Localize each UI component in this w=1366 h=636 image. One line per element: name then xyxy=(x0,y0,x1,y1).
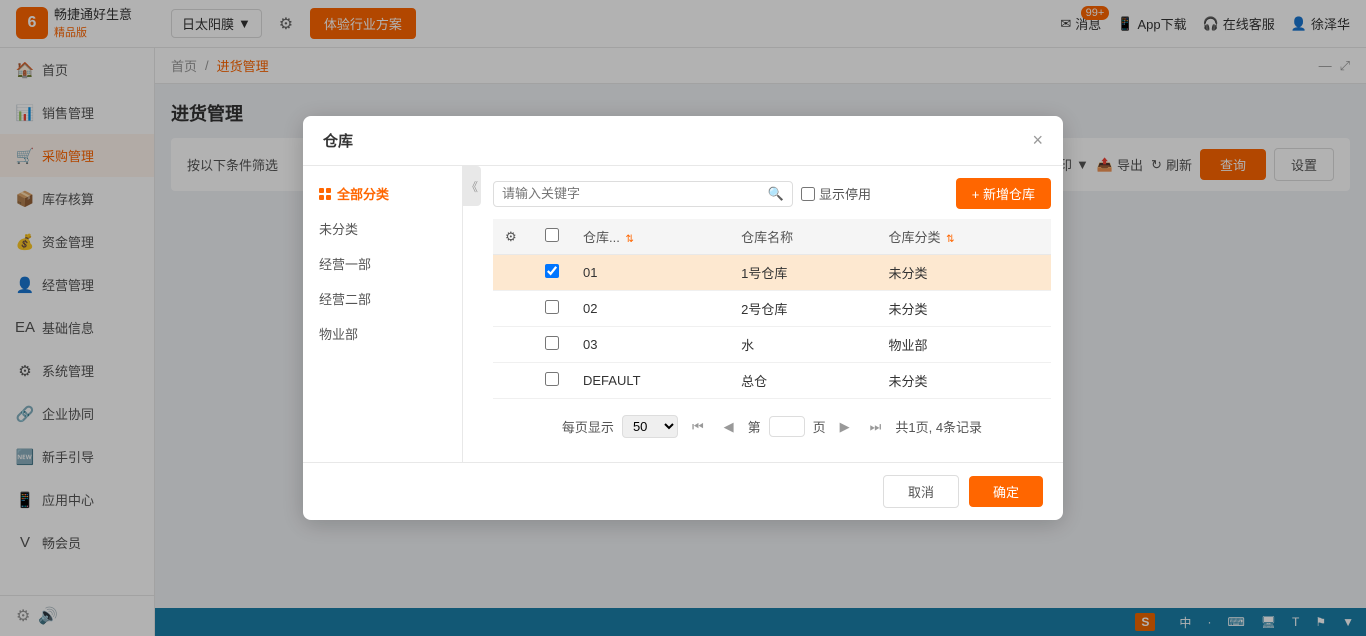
search-icon[interactable]: 🔍 xyxy=(768,186,784,202)
row-checkbox-col-3[interactable] xyxy=(533,363,571,399)
search-bar: 🔍 显示停用 + 新增仓库 xyxy=(493,178,1051,209)
sort-code-icon[interactable]: ⇅ xyxy=(625,234,633,245)
category-item-3[interactable]: 物业部 xyxy=(303,316,462,351)
search-input[interactable] xyxy=(502,186,768,201)
modal-body: 全部分类 未分类经营一部经营二部物业部 《 🔍 显示停用 + 新 xyxy=(303,166,1063,462)
row-code-1: 02 xyxy=(571,291,729,327)
last-page-btn[interactable]: ⏭ xyxy=(864,417,888,437)
category-item-0[interactable]: 未分类 xyxy=(303,211,462,246)
select-all-checkbox[interactable] xyxy=(545,228,559,242)
modal-footer: 取消 确定 xyxy=(303,462,1063,520)
first-page-btn[interactable]: ⏮ xyxy=(686,417,710,437)
cancel-button[interactable]: 取消 xyxy=(883,475,959,508)
row-action-col-2[interactable] xyxy=(493,327,533,363)
search-input-wrap: 🔍 xyxy=(493,181,793,207)
row-checkbox-col-0[interactable] xyxy=(533,255,571,291)
row-category-1: 未分类 xyxy=(876,291,1051,327)
row-code-2: 03 xyxy=(571,327,729,363)
table-body: 01 1号仓库 未分类 02 2号仓库 未分类 03 水 物业部 DEFAULT xyxy=(493,255,1051,399)
row-category-2: 物业部 xyxy=(876,327,1051,363)
row-check-1[interactable] xyxy=(545,300,559,314)
row-code-0: 01 xyxy=(571,255,729,291)
row-action-col-1[interactable] xyxy=(493,291,533,327)
row-check-3[interactable] xyxy=(545,372,559,386)
table-container: ⚙ 仓库... ⇅ 仓库名称 xyxy=(493,219,1051,399)
category-panel: 全部分类 未分类经营一部经营二部物业部 xyxy=(303,166,463,462)
warehouse-modal: 仓库 × 全部分类 未分类经营一部经营二部物业部 《 xyxy=(303,116,1063,520)
table-row[interactable]: DEFAULT 总仓 未分类 xyxy=(493,363,1051,399)
col-warehouse-name-header: 仓库名称 xyxy=(729,219,876,255)
confirm-button[interactable]: 确定 xyxy=(969,476,1043,507)
col-category-header: 仓库分类 ⇅ xyxy=(876,219,1051,255)
modal-close-button[interactable]: × xyxy=(1032,130,1043,151)
table-row[interactable]: 03 水 物业部 xyxy=(493,327,1051,363)
col-checkbox-header[interactable] xyxy=(533,219,571,255)
row-name-3: 总仓 xyxy=(729,363,876,399)
table-row[interactable]: 01 1号仓库 未分类 xyxy=(493,255,1051,291)
collapse-category-btn[interactable]: 《 xyxy=(463,166,481,206)
all-categories[interactable]: 全部分类 xyxy=(303,176,462,211)
col-warehouse-code-header: 仓库... ⇅ xyxy=(571,219,729,255)
table-header: ⚙ 仓库... ⇅ 仓库名称 xyxy=(493,219,1051,255)
category-item-1[interactable]: 经营一部 xyxy=(303,246,462,281)
per-page-select[interactable]: 50 20 100 xyxy=(622,415,678,438)
sort-category-icon[interactable]: ⇅ xyxy=(946,234,954,245)
add-warehouse-button[interactable]: + 新增仓库 xyxy=(956,178,1051,209)
warehouse-table: ⚙ 仓库... ⇅ 仓库名称 xyxy=(493,219,1051,399)
modal-header: 仓库 × xyxy=(303,116,1063,166)
modal-title: 仓库 xyxy=(323,130,353,151)
page-number-input[interactable]: 1 xyxy=(769,416,805,437)
pagination: 每页显示 50 20 100 ⏮ ◀ 第 1 页 ▶ ⏭ 共1页, 4条记录 xyxy=(493,403,1051,450)
category-item-2[interactable]: 经营二部 xyxy=(303,281,462,316)
row-name-1: 2号仓库 xyxy=(729,291,876,327)
content-panel: 🔍 显示停用 + 新增仓库 ⚙ xyxy=(481,166,1063,462)
next-page-btn[interactable]: ▶ xyxy=(834,417,856,437)
col-settings[interactable]: ⚙ xyxy=(493,219,533,255)
row-check-2[interactable] xyxy=(545,336,559,350)
table-row[interactable]: 02 2号仓库 未分类 xyxy=(493,291,1051,327)
row-name-0: 1号仓库 xyxy=(729,255,876,291)
row-code-3: DEFAULT xyxy=(571,363,729,399)
row-category-3: 未分类 xyxy=(876,363,1051,399)
prev-page-btn[interactable]: ◀ xyxy=(718,417,740,437)
row-action-col-3[interactable] xyxy=(493,363,533,399)
row-check-0[interactable] xyxy=(545,264,559,278)
show-disabled-label[interactable]: 显示停用 xyxy=(801,184,871,203)
row-checkbox-col-1[interactable] xyxy=(533,291,571,327)
row-checkbox-col-2[interactable] xyxy=(533,327,571,363)
row-name-2: 水 xyxy=(729,327,876,363)
show-disabled-checkbox[interactable] xyxy=(801,187,815,201)
modal-overlay: 仓库 × 全部分类 未分类经营一部经营二部物业部 《 xyxy=(0,0,1366,636)
row-category-0: 未分类 xyxy=(876,255,1051,291)
row-action-col-0[interactable] xyxy=(493,255,533,291)
